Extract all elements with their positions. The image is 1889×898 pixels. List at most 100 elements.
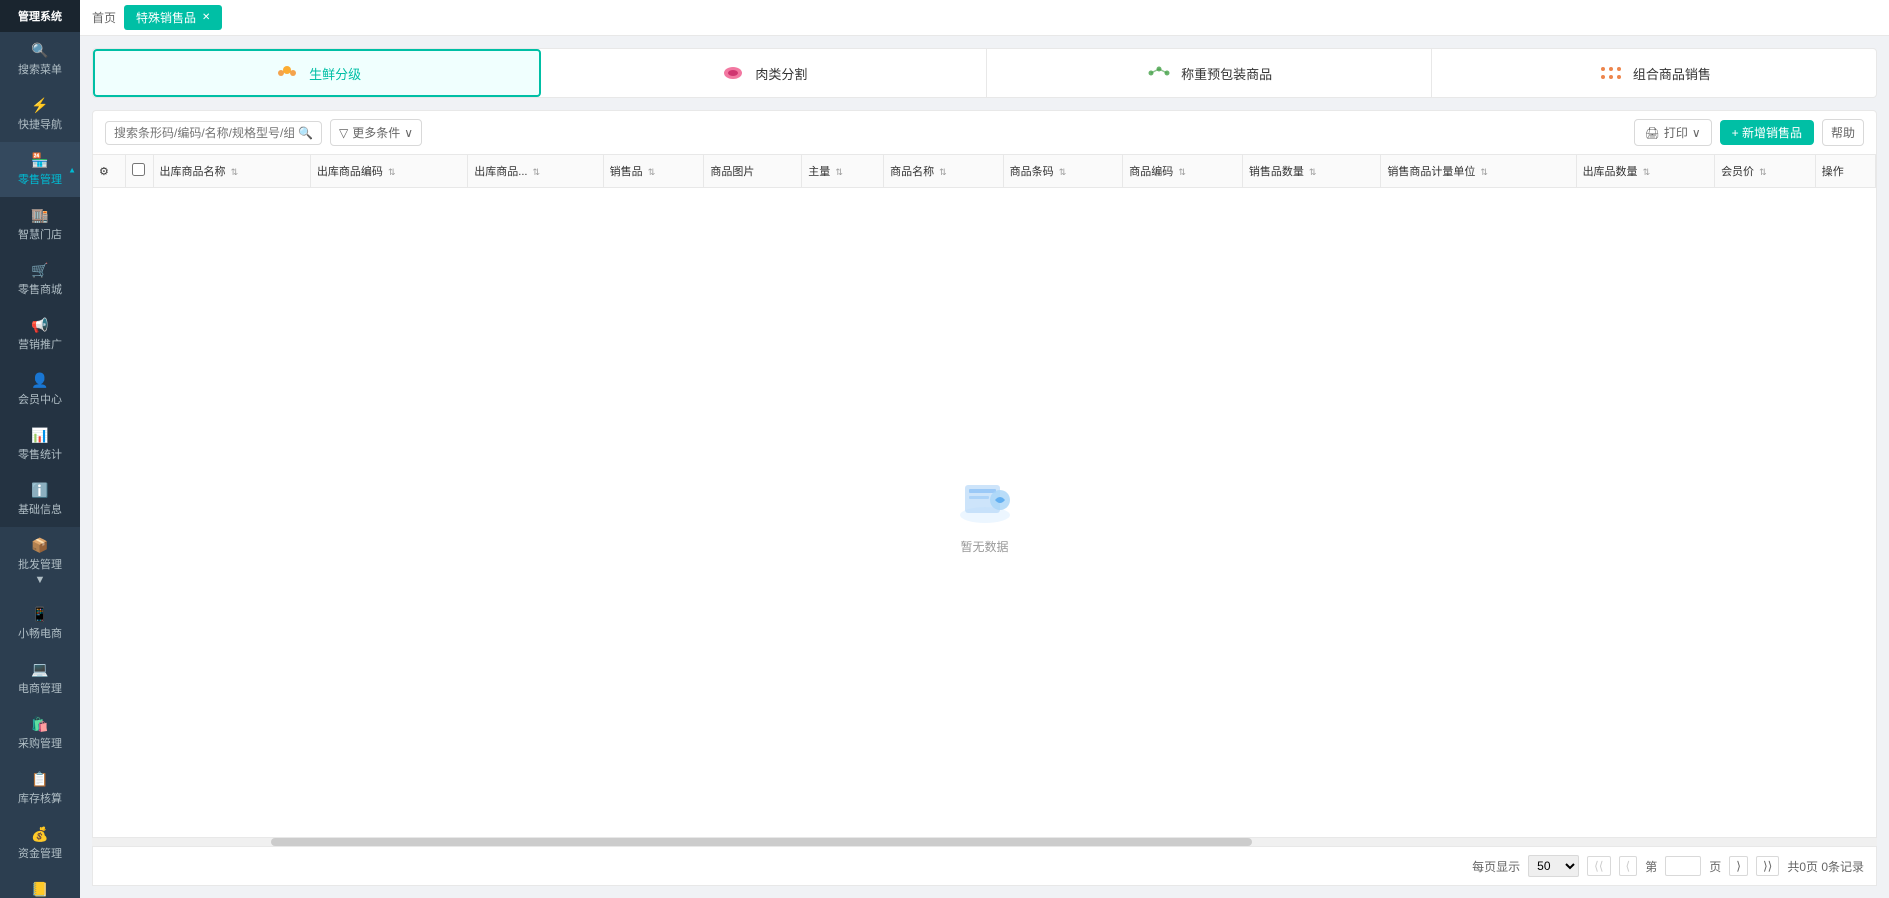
table-header-row: ⚙ 出库商品名称 ⇅ 出库商品编码 ⇅ bbox=[93, 155, 1876, 188]
empty-state: 暂无数据 bbox=[93, 188, 1876, 837]
empty-state-illustration bbox=[945, 470, 1025, 530]
retail-stats-icon: 📊 bbox=[31, 427, 48, 444]
home-link[interactable]: 首页 bbox=[92, 9, 116, 26]
sort-icon[interactable]: ⇅ bbox=[1178, 167, 1186, 177]
retail-mgmt-icon: 🏪 bbox=[31, 152, 48, 169]
retail-mall-icon: 🛒 bbox=[31, 262, 48, 279]
col-check[interactable] bbox=[125, 155, 153, 188]
sort-icon[interactable]: ⇅ bbox=[1480, 167, 1488, 177]
quick-nav-icon: ⚡ bbox=[31, 97, 48, 114]
sidebar: 管理系统 🔍 搜索菜单 ⚡ 快捷导航 🏪 零售管理 🏬 智慧门店 🛒 零售商城 … bbox=[0, 0, 80, 898]
toolbar: 🔍 ▽ 更多条件 ∨ 🖨 打印 ∨ + 新增销售品 bbox=[92, 110, 1877, 155]
cat-tab-scale[interactable]: 称重预包装商品 bbox=[987, 49, 1432, 97]
cat-tab-fresh-label: 生鲜分级 bbox=[309, 64, 361, 83]
sidebar-item-general-ledger[interactable]: 📒 总账管理 bbox=[0, 871, 80, 898]
sidebar-item-inventory[interactable]: 📋 库存核算 bbox=[0, 761, 80, 816]
sidebar-item-purchase-mgmt[interactable]: 🛍️ 采购管理 bbox=[0, 706, 80, 761]
filter-icon: ▽ bbox=[339, 126, 348, 140]
sidebar-item-search-menu[interactable]: 🔍 搜索菜单 bbox=[0, 32, 80, 87]
page-label-after: 页 bbox=[1709, 858, 1721, 875]
sidebar-item-quick-nav[interactable]: ⚡ 快捷导航 bbox=[0, 87, 80, 142]
scale-icon bbox=[1145, 63, 1173, 83]
content-area: 生鲜分级 肉类分割 bbox=[80, 36, 1889, 898]
horizontal-scrollbar[interactable] bbox=[92, 838, 1877, 846]
page-first-button[interactable]: ⟨⟨ bbox=[1587, 856, 1610, 876]
sidebar-item-label: 零售管理 bbox=[18, 171, 62, 187]
sidebar-item-ecom-mgmt[interactable]: 💻 电商管理 bbox=[0, 651, 80, 706]
cat-tab-combo-label: 组合商品销售 bbox=[1633, 64, 1711, 83]
col-settings[interactable]: ⚙ bbox=[93, 155, 125, 188]
basic-info-icon: ℹ️ bbox=[31, 482, 48, 499]
member-center-icon: 👤 bbox=[31, 372, 48, 389]
search-box[interactable]: 🔍 bbox=[105, 121, 322, 145]
sort-icon[interactable]: ⇅ bbox=[1643, 167, 1651, 177]
scrollbar-thumb[interactable] bbox=[271, 838, 1253, 846]
topbar: 首页 特殊销售品 ✕ bbox=[80, 0, 1889, 36]
col-out-goods-code: 出库商品编码 ⇅ bbox=[310, 155, 467, 188]
page-last-button[interactable]: ⟩⟩ bbox=[1756, 856, 1779, 876]
sidebar-item-label: 营销推广 bbox=[18, 336, 62, 352]
sort-icon[interactable]: ⇅ bbox=[1059, 167, 1067, 177]
help-button[interactable]: 帮助 bbox=[1822, 119, 1864, 146]
cat-tab-fresh[interactable]: 生鲜分级 bbox=[93, 49, 541, 97]
print-icon: 🖨 bbox=[1645, 126, 1660, 140]
print-button[interactable]: 🖨 打印 ∨ bbox=[1634, 119, 1712, 146]
page-number-input[interactable]: 1 bbox=[1665, 856, 1701, 876]
col-out-goods-name: 出库商品名称 ⇅ bbox=[153, 155, 310, 188]
sidebar-item-label: 智慧门店 bbox=[18, 226, 62, 242]
sidebar-item-retail-mgmt[interactable]: 🏪 零售管理 bbox=[0, 142, 80, 197]
sort-icon[interactable]: ⇅ bbox=[648, 167, 656, 177]
sidebar-item-sales-promo[interactable]: 📢 营销推广 bbox=[0, 307, 80, 362]
per-page-select[interactable]: 50 20 100 bbox=[1528, 855, 1579, 877]
sort-icon[interactable]: ⇅ bbox=[835, 167, 843, 177]
sidebar-item-smart-store[interactable]: 🏬 智慧门店 bbox=[0, 197, 80, 252]
select-all-checkbox[interactable] bbox=[132, 163, 145, 176]
col-sales-unit: 销售商品计量单位 ⇅ bbox=[1381, 155, 1576, 188]
sidebar-item-wholesale-mgmt[interactable]: 📦 批发管理 bbox=[0, 527, 80, 596]
sort-icon[interactable]: ⇅ bbox=[1309, 167, 1317, 177]
sidebar-item-label: 电商管理 bbox=[18, 680, 62, 696]
col-member-price: 会员价 ⇅ bbox=[1715, 155, 1816, 188]
cat-tab-combo[interactable]: 组合商品销售 bbox=[1432, 49, 1876, 97]
filter-button[interactable]: ▽ 更多条件 ∨ bbox=[330, 119, 422, 146]
tab-label: 特殊销售品 bbox=[136, 9, 196, 26]
col-goods-barcode: 商品条码 ⇅ bbox=[1003, 155, 1123, 188]
inventory-icon: 📋 bbox=[31, 771, 48, 788]
finance-icon: 💰 bbox=[31, 826, 48, 843]
add-button[interactable]: + 新增销售品 bbox=[1720, 120, 1814, 145]
col-out-goods-spec: 出库商品... ⇅ bbox=[468, 155, 603, 188]
col-goods-img: 商品图片 bbox=[704, 155, 802, 188]
sidebar-item-retail-mall[interactable]: 🛒 零售商城 bbox=[0, 252, 80, 307]
sort-icon[interactable]: ⇅ bbox=[388, 167, 396, 177]
sidebar-item-basic-info[interactable]: ℹ️ 基础信息 bbox=[0, 472, 80, 527]
table-container: ⚙ 出库商品名称 ⇅ 出库商品编码 ⇅ bbox=[92, 155, 1877, 838]
sort-icon[interactable]: ⇅ bbox=[533, 167, 541, 177]
sidebar-item-member-center[interactable]: 👤 会员中心 bbox=[0, 362, 80, 417]
active-tab[interactable]: 特殊销售品 ✕ bbox=[124, 5, 222, 30]
smart-store-icon: 🏬 bbox=[31, 207, 48, 224]
col-action: 操作 bbox=[1815, 155, 1875, 188]
pagination: 每页显示 50 20 100 ⟨⟨ ⟨ 第 1 页 ⟩ ⟩⟩ 共0页 0条记录 bbox=[92, 846, 1877, 886]
search-icon[interactable]: 🔍 bbox=[298, 126, 313, 140]
sort-icon[interactable]: ⇅ bbox=[939, 167, 947, 177]
col-sales-qty: 销售品数量 ⇅ bbox=[1242, 155, 1381, 188]
sidebar-item-finance[interactable]: 💰 资金管理 bbox=[0, 816, 80, 871]
sidebar-item-label: 小畅电商 bbox=[18, 625, 62, 641]
page-prev-button[interactable]: ⟨ bbox=[1619, 856, 1638, 876]
sidebar-item-label: 资金管理 bbox=[18, 845, 62, 861]
print-label: 打印 bbox=[1664, 124, 1688, 141]
empty-text: 暂无数据 bbox=[960, 538, 1008, 555]
search-input[interactable] bbox=[114, 126, 294, 140]
cat-tab-meat[interactable]: 肉类分割 bbox=[541, 49, 986, 97]
settings-col-icon: ⚙ bbox=[99, 166, 109, 178]
sidebar-item-retail-stats[interactable]: 📊 零售统计 bbox=[0, 417, 80, 472]
col-weight: 主量 ⇅ bbox=[802, 155, 884, 188]
page-next-button[interactable]: ⟩ bbox=[1729, 856, 1748, 876]
wholesale-mgmt-icon: 📦 bbox=[31, 537, 48, 554]
help-label: 帮助 bbox=[1831, 126, 1855, 140]
sidebar-item-mini-ecom[interactable]: 📱 小畅电商 bbox=[0, 596, 80, 651]
sidebar-item-label: 基础信息 bbox=[18, 501, 62, 517]
sort-icon[interactable]: ⇅ bbox=[1759, 167, 1767, 177]
tab-close-icon[interactable]: ✕ bbox=[202, 12, 210, 23]
sort-icon[interactable]: ⇅ bbox=[231, 167, 239, 177]
